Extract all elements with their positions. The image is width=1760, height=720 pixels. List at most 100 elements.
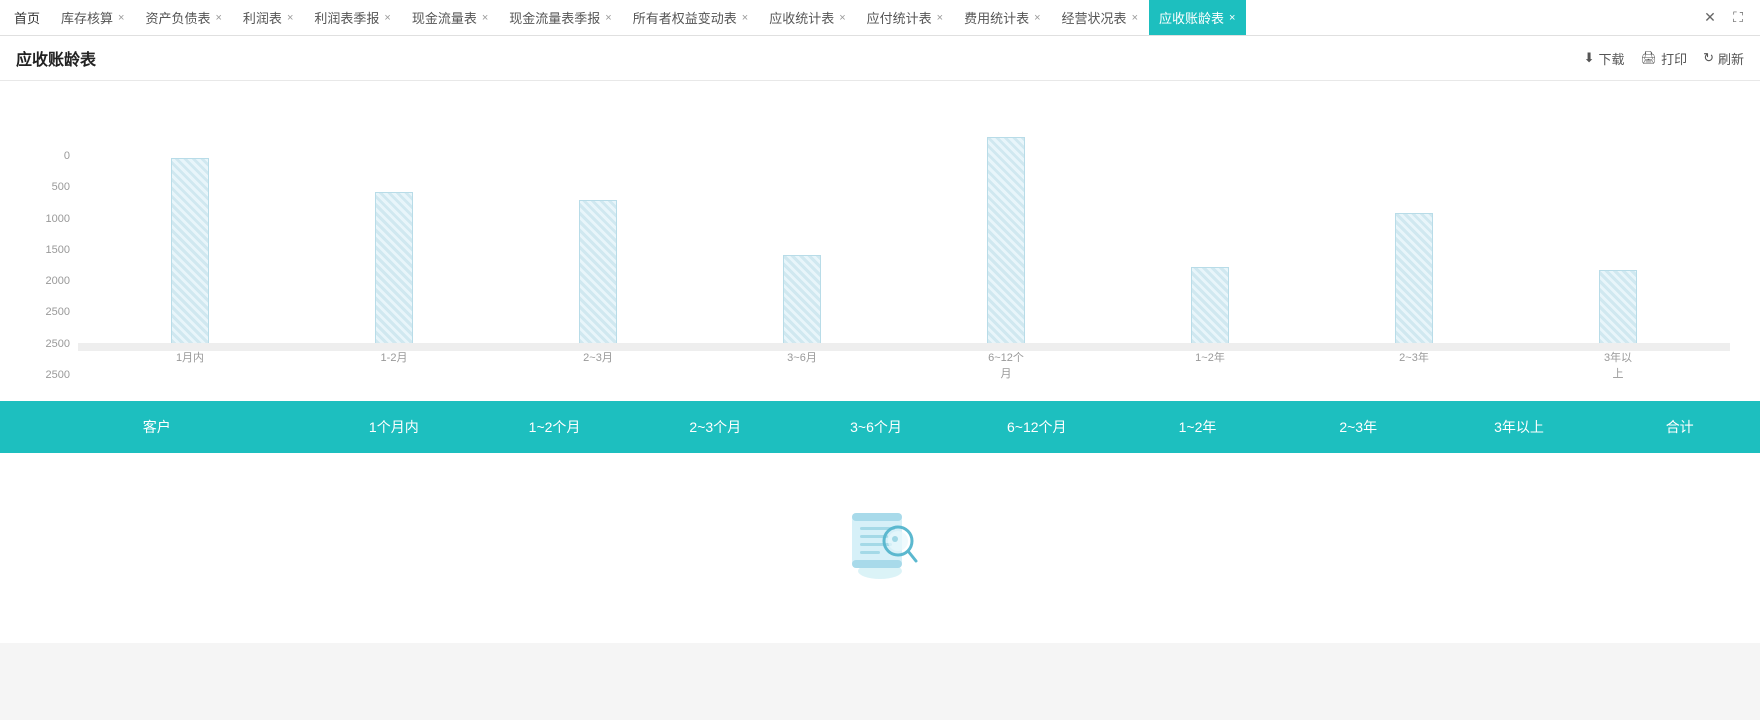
bar-group <box>1395 213 1433 343</box>
tab-balance-sheet[interactable]: 资产负债表 × <box>135 0 232 36</box>
table-header-8: 3年以上 <box>1439 417 1600 437</box>
tab-label: 库存核算 <box>61 8 113 27</box>
grid-line <box>78 350 1730 351</box>
chart-bar <box>375 192 413 343</box>
tab-label: 利润表 <box>243 8 282 27</box>
chart-container: 2500250025002000150010005000 1月内1-2月2~3月… <box>30 101 1730 381</box>
tab-expense-stats[interactable]: 费用统计表 × <box>954 0 1051 36</box>
download-button[interactable]: ⬇ 下载 <box>1584 49 1625 68</box>
tab-close-btn[interactable]: × <box>118 12 124 24</box>
tab-label: 首页 <box>14 8 40 27</box>
bar-group <box>987 137 1025 343</box>
main-content: 2500250025002000150010005000 1月内1-2月2~3月… <box>0 81 1760 643</box>
table-header-5: 6~12个月 <box>956 417 1117 437</box>
tab-close-btn[interactable]: × <box>482 12 488 24</box>
empty-icon <box>830 493 930 583</box>
bar-group <box>171 158 209 343</box>
tab-label: 所有者权益变动表 <box>633 8 737 27</box>
chart-area: 2500250025002000150010005000 1月内1-2月2~3月… <box>0 81 1760 401</box>
x-axis-label: 1月内 <box>171 349 209 381</box>
tab-label: 经营状况表 <box>1062 8 1127 27</box>
table-header-4: 3~6个月 <box>796 417 957 437</box>
tab-equity[interactable]: 所有者权益变动表 × <box>623 0 759 36</box>
tab-profit-quarter[interactable]: 利润表季报 × <box>304 0 401 36</box>
tab-label: 应收账龄表 <box>1159 8 1224 27</box>
refresh-icon: ↻ <box>1703 50 1714 66</box>
minimize-button[interactable]: ✕ <box>1698 6 1722 30</box>
chart-y-axis: 2500250025002000150010005000 <box>30 151 70 381</box>
y-axis-label: 2500 <box>46 370 70 381</box>
empty-state <box>0 453 1760 643</box>
tab-label: 资产负债表 <box>145 8 210 27</box>
tab-cash-flow-quarter[interactable]: 现金流量表季报 × <box>499 0 622 36</box>
tab-bar-actions: ✕ ⛶ <box>1698 6 1756 30</box>
tab-close-btn[interactable]: × <box>1132 12 1138 24</box>
page-header: 应收账龄表 ⬇ 下载 🖨 打印 ↻ 刷新 <box>0 36 1760 81</box>
table-header-1: 1个月内 <box>313 417 474 437</box>
x-axis-label: 3~6月 <box>783 349 821 381</box>
y-axis-label: 500 <box>52 182 70 193</box>
tab-label: 利润表季报 <box>314 8 379 27</box>
bar-group <box>375 192 413 343</box>
tab-label: 应收统计表 <box>769 8 834 27</box>
print-icon: 🖨 <box>1641 50 1658 66</box>
tab-operations[interactable]: 经营状况表 × <box>1052 0 1149 36</box>
bar-group <box>783 255 821 343</box>
x-axis-label: 3年以上 <box>1599 349 1637 381</box>
print-button[interactable]: 🖨 打印 <box>1641 49 1688 68</box>
bar-group <box>1191 267 1229 343</box>
tab-bar: 首页库存核算×资产负债表×利润表×利润表季报×现金流量表×现金流量表季报×所有者… <box>0 0 1760 36</box>
chart-bar <box>171 158 209 343</box>
tab-label: 应付统计表 <box>867 8 932 27</box>
y-axis-label: 1000 <box>46 214 70 225</box>
tab-close-btn[interactable]: × <box>1229 12 1235 24</box>
table-header-6: 1~2年 <box>1117 417 1278 437</box>
chart-bar <box>1599 270 1637 344</box>
tab-close-btn[interactable]: × <box>839 12 845 24</box>
table-header-3: 2~3个月 <box>635 417 796 437</box>
tab-label: 现金流量表 <box>412 8 477 27</box>
maximize-button[interactable]: ⛶ <box>1726 6 1750 30</box>
tab-close-btn[interactable]: × <box>605 12 611 24</box>
tab-close-btn[interactable]: × <box>937 12 943 24</box>
table-header: 客户1个月内1~2个月2~3个月3~6个月6~12个月1~2年2~3年3年以上合… <box>0 401 1760 453</box>
chart-bar <box>579 200 617 343</box>
y-axis-label: 2500 <box>46 339 70 350</box>
refresh-button[interactable]: ↻ 刷新 <box>1703 49 1744 68</box>
tab-inventory[interactable]: 库存核算 × <box>51 0 135 36</box>
tab-ap-stats[interactable]: 应付统计表 × <box>857 0 954 36</box>
page-title: 应收账龄表 <box>16 46 96 70</box>
tab-close-btn[interactable]: × <box>1034 12 1040 24</box>
x-axis-label: 1~2年 <box>1191 349 1229 381</box>
chart-bar <box>1191 267 1229 343</box>
tab-profit[interactable]: 利润表 × <box>233 0 304 36</box>
chart-bar <box>1395 213 1433 343</box>
x-axis-label: 2~3月 <box>579 349 617 381</box>
bar-group <box>1599 270 1637 344</box>
table-header-9: 合计 <box>1599 417 1760 437</box>
x-axis-label: 6~12个月 <box>987 349 1025 381</box>
download-icon: ⬇ <box>1584 50 1595 66</box>
chart-bar <box>987 137 1025 343</box>
x-axis-label: 2~3年 <box>1395 349 1433 381</box>
tab-home[interactable]: 首页 <box>4 0 51 36</box>
header-actions: ⬇ 下载 🖨 打印 ↻ 刷新 <box>1584 49 1744 68</box>
table-header-0: 客户 <box>0 417 313 437</box>
tab-ar-stats[interactable]: 应收统计表 × <box>759 0 856 36</box>
table-header-7: 2~3年 <box>1278 417 1439 437</box>
bar-group <box>579 200 617 343</box>
tab-label: 现金流量表季报 <box>509 8 600 27</box>
chart-inner: 1月内 1-2月 2~3月 3~6月 6~12个月 1~2年 2~3年 3年以上 <box>78 343 1730 381</box>
y-axis-label: 1500 <box>46 245 70 256</box>
x-axis-label: 1-2月 <box>375 349 413 381</box>
y-axis-label: 2500 <box>46 307 70 318</box>
tab-cash-flow[interactable]: 现金流量表 × <box>402 0 499 36</box>
table-header-2: 1~2个月 <box>474 417 635 437</box>
chart-bar <box>783 255 821 343</box>
tab-label: 费用统计表 <box>964 8 1029 27</box>
tab-close-btn[interactable]: × <box>287 12 293 24</box>
tab-close-btn[interactable]: × <box>742 12 748 24</box>
tab-close-btn[interactable]: × <box>384 12 390 24</box>
tab-close-btn[interactable]: × <box>215 12 221 24</box>
tab-ar-aging[interactable]: 应收账龄表 × <box>1149 0 1246 36</box>
